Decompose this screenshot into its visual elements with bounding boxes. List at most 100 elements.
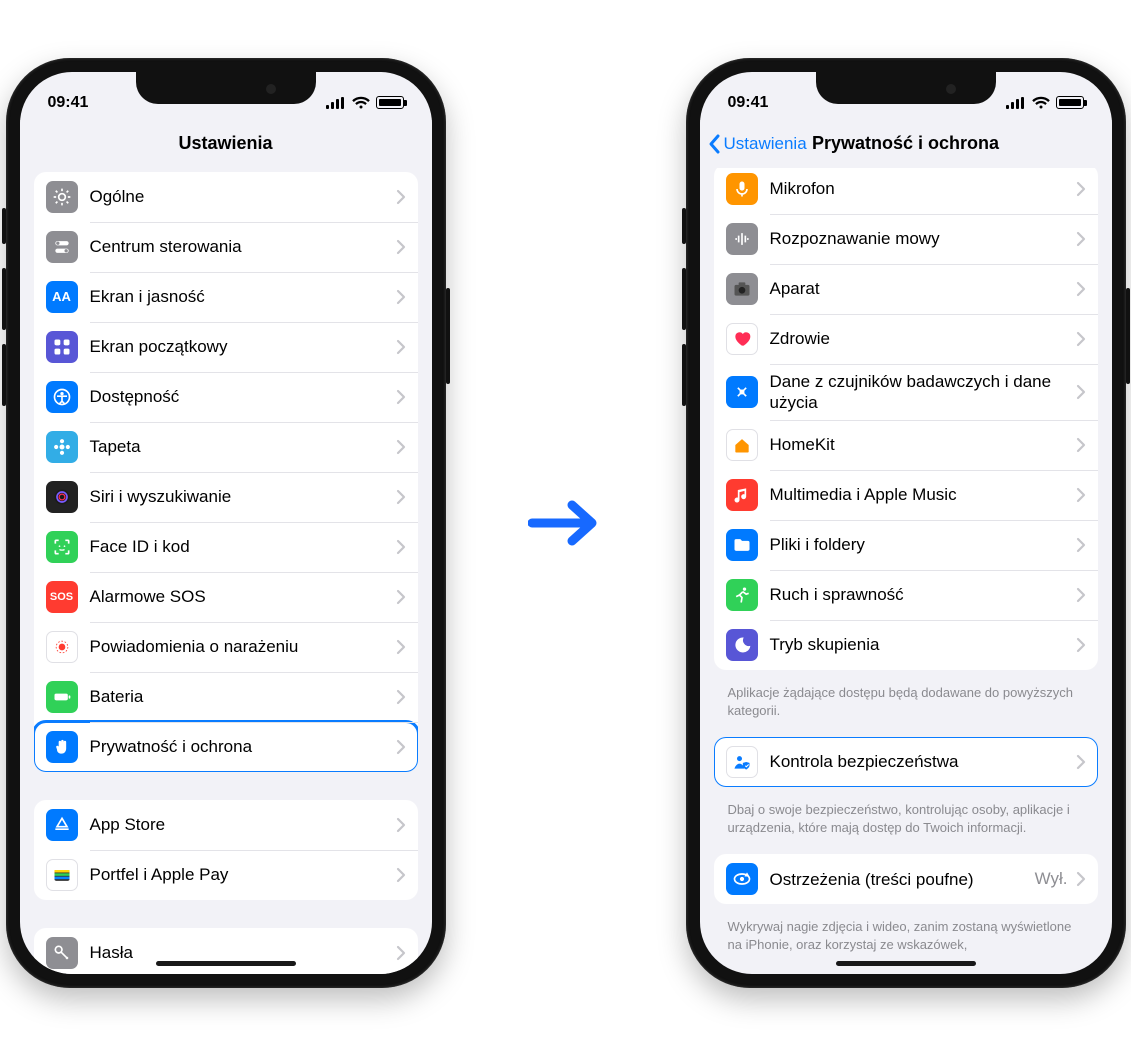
settings-row[interactable]: AA Ekran i jasność [34,272,418,322]
home-indicator[interactable] [156,961,296,966]
settings-row[interactable]: Tapeta [34,422,418,472]
chevron-right-icon [396,439,406,455]
health-icon [726,323,758,355]
settings-row[interactable]: Aparat [714,264,1098,314]
row-label: Zdrowie [770,328,1076,349]
display-icon: AA [46,281,78,313]
microphone-icon [726,173,758,205]
settings-row[interactable]: Siri i wyszukiwanie [34,472,418,522]
back-button[interactable]: Ustawienia [706,120,807,168]
media-icon [726,479,758,511]
speech-icon [726,223,758,255]
privacy-list[interactable]: MikrofonRozpoznawanie mowy Aparat Zdrowie D… [700,162,1112,968]
settings-list[interactable]: Ogólne Centrum sterowania AA Ekran i jasnoś… [20,168,432,974]
settings-row[interactable]: Zdrowie [714,314,1098,364]
settings-row[interactable]: Portfel i Apple Pay [34,850,418,900]
row-label: Siri i wyszukiwanie [90,486,396,507]
appstore-icon [46,809,78,841]
row-label: Powiadomienia o narażeniu [90,636,396,657]
settings-group: App Store Portfel i Apple Pay [34,800,418,900]
row-label: HomeKit [770,434,1076,455]
row-label: Kontrola bezpieczeństwa [770,751,1076,772]
chevron-right-icon [1076,637,1086,653]
home-indicator[interactable] [836,961,976,966]
chevron-right-icon [396,945,406,961]
wifi-icon [1032,96,1050,110]
settings-row[interactable]: Face ID i kod [34,522,418,572]
row-label: Portfel i Apple Pay [90,864,396,885]
settings-row[interactable]: Ostrzeżenia (treści poufne)Wył. [714,854,1098,904]
privacy-icon [46,731,78,763]
chevron-right-icon [1076,871,1086,887]
safety-check-icon [726,746,758,778]
chevron-right-icon [1076,281,1086,297]
settings-row[interactable]: Hasła [34,928,418,974]
settings-row[interactable]: Multimedia i Apple Music [714,470,1098,520]
row-label: Face ID i kod [90,536,396,557]
motion-icon [726,579,758,611]
siri-icon [46,481,78,513]
cellular-signal-icon [1006,97,1026,109]
passwords-icon [46,937,78,969]
settings-row[interactable]: Ogólne [34,172,418,222]
settings-row[interactable]: Bateria [34,672,418,722]
battery-icon [46,681,78,713]
row-label: Ostrzeżenia (treści poufne) [770,869,1035,890]
settings-row[interactable]: Mikrofon [714,164,1098,214]
chevron-right-icon [1076,537,1086,553]
row-label: Pliki i foldery [770,534,1076,555]
row-label: Ogólne [90,186,396,207]
settings-row[interactable]: Tryb skupienia [714,620,1098,670]
settings-group: Hasła [34,928,418,974]
chevron-right-icon [396,189,406,205]
page-title: Prywatność i ochrona [812,133,999,154]
row-value: Wył. [1035,869,1068,889]
settings-row[interactable]: Dostępność [34,372,418,422]
row-label: Aparat [770,278,1076,299]
settings-row[interactable]: App Store [34,800,418,850]
settings-row[interactable]: Dane z czujników badawczych i dane użyci… [714,364,1098,421]
settings-row[interactable]: Powiadomienia o narażeniu [34,622,418,672]
settings-row[interactable]: Prywatność i ochrona [34,722,418,772]
settings-group: Ostrzeżenia (treści poufne)Wył. [714,854,1098,904]
row-label: Tryb skupienia [770,634,1076,655]
settings-row[interactable]: SOSAlarmowe SOS [34,572,418,622]
wallet-icon [46,859,78,891]
status-time: 09:41 [48,94,89,112]
chevron-right-icon [1076,384,1086,400]
chevron-right-icon [1076,587,1086,603]
control-center-icon [46,231,78,263]
chevron-right-icon [396,867,406,883]
phone-frame-right: 09:41 Ustawienia Prywatność i ochrona Mi… [686,58,1126,988]
settings-row[interactable]: Centrum sterowania [34,222,418,272]
settings-row[interactable]: Kontrola bezpieczeństwa [714,737,1098,787]
settings-group: Ogólne Centrum sterowania AA Ekran i jasnoś… [34,172,418,772]
files-icon [726,529,758,561]
chevron-right-icon [396,589,406,605]
camera-icon [726,273,758,305]
back-button-label: Ustawienia [724,134,807,154]
row-label: App Store [90,814,396,835]
chevron-right-icon [1076,754,1086,770]
flow-arrow-icon [526,483,606,563]
settings-row[interactable]: Pliki i foldery [714,520,1098,570]
row-label: Ruch i sprawność [770,584,1076,605]
settings-row[interactable]: Ruch i sprawność [714,570,1098,620]
phone-notch [816,72,996,104]
chevron-right-icon [396,389,406,405]
chevron-right-icon [396,239,406,255]
wallpaper-icon [46,431,78,463]
cellular-signal-icon [326,97,346,109]
chevron-right-icon [396,817,406,833]
row-label: Tapeta [90,436,396,457]
status-time: 09:41 [728,94,769,112]
sensor-data-icon [726,376,758,408]
settings-row[interactable]: HomeKit [714,420,1098,470]
settings-row[interactable]: Rozpoznawanie mowy [714,214,1098,264]
row-label: Prywatność i ochrona [90,736,396,757]
faceid-icon [46,531,78,563]
sensitive-content-icon [726,863,758,895]
row-label: Alarmowe SOS [90,586,396,607]
row-label: Ekran i jasność [90,286,396,307]
settings-row[interactable]: Ekran początkowy [34,322,418,372]
